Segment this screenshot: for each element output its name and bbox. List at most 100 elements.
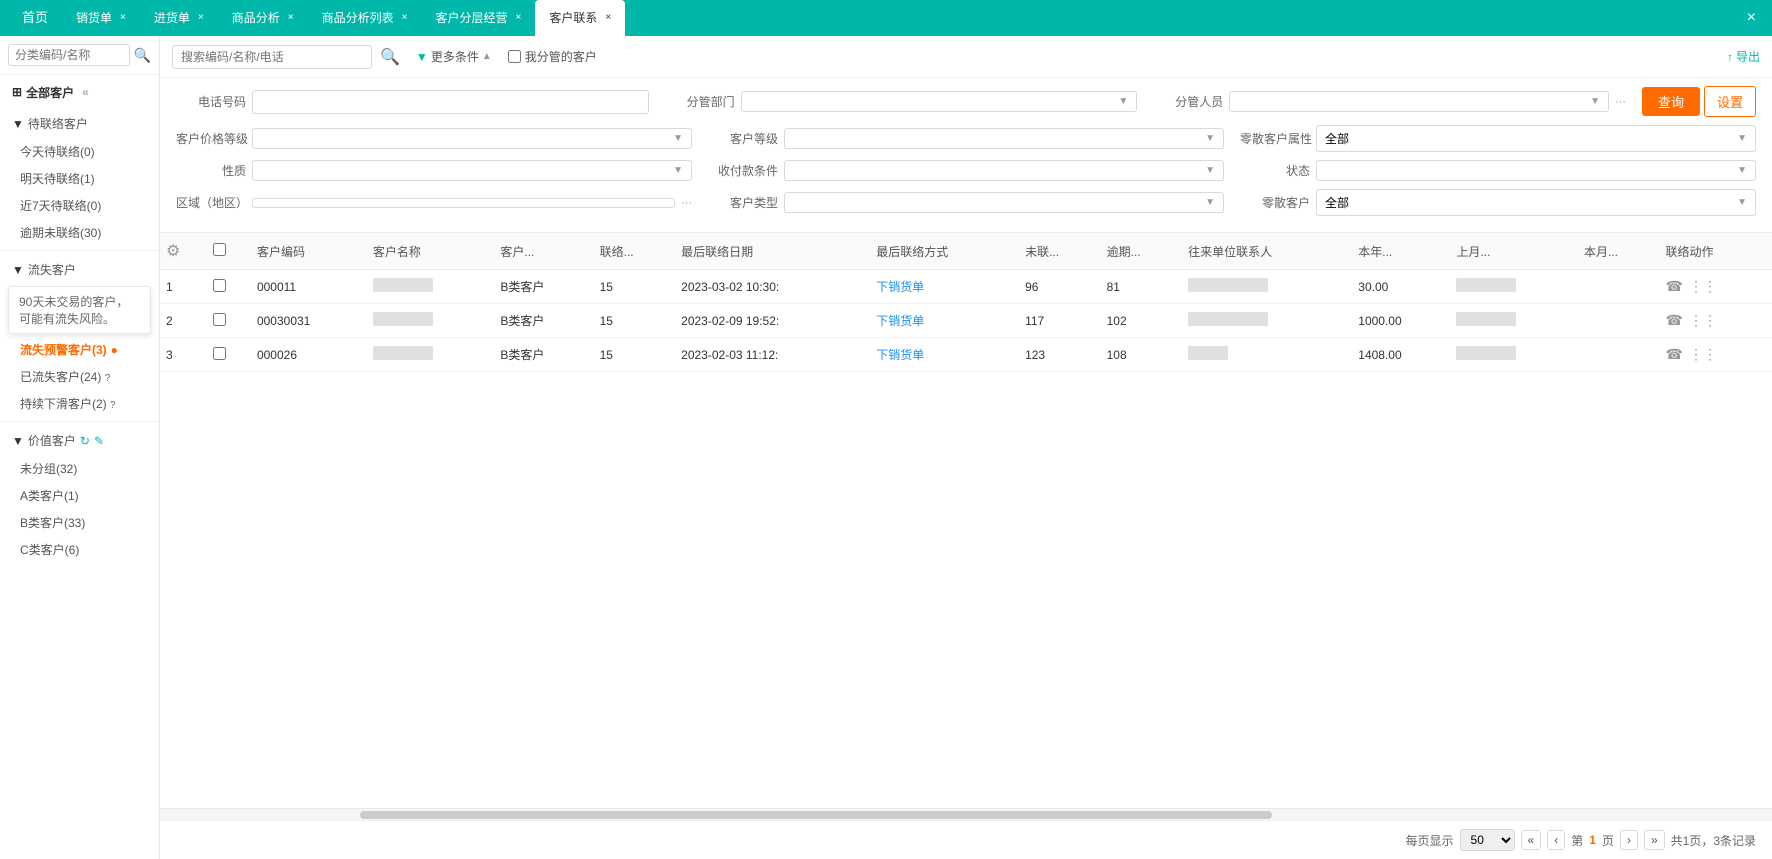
col-contact-person[interactable]: 往来单位联系人 <box>1182 233 1352 270</box>
filter-manager-select[interactable]: ▼ <box>1229 91 1609 112</box>
edit-icon[interactable]: ✎ <box>94 434 104 448</box>
settings-button[interactable]: 设置 <box>1704 86 1756 117</box>
col-last-month[interactable]: 上月... <box>1450 233 1578 270</box>
filter-dept-select[interactable]: ▼ <box>741 91 1138 112</box>
sidebar-item-already-lost[interactable]: 已流失客户(24) ? <box>0 363 159 390</box>
horizontal-scrollbar-thumb[interactable] <box>360 811 1272 819</box>
help-icon[interactable]: ? <box>105 373 111 384</box>
close-product-analysis-tab[interactable]: × <box>288 0 294 36</box>
last-page-btn[interactable]: » <box>1644 830 1665 850</box>
filter-customer-type-select[interactable]: ▼ <box>784 192 1224 213</box>
per-page-select[interactable]: 50 20 100 <box>1460 829 1515 851</box>
sidebar-item-lost-warning[interactable]: 流失预警客户(3) ● <box>0 336 159 363</box>
filter-region-select[interactable] <box>252 198 675 208</box>
nav-tab-product-analysis-list[interactable]: 商品分析列表 × <box>308 0 422 36</box>
row1-contact-icon[interactable]: ☎ <box>1666 278 1683 295</box>
window-close-button[interactable]: × <box>1739 9 1764 27</box>
close-product-analysis-list-tab[interactable]: × <box>402 0 408 36</box>
row3-more-icon[interactable]: ⋮⋮ <box>1689 346 1717 363</box>
query-button[interactable]: 查询 <box>1642 87 1700 116</box>
close-purchase-tab[interactable]: × <box>198 0 204 36</box>
sidebar-search-input[interactable] <box>8 44 130 66</box>
sidebar-item-declining[interactable]: 持续下滑客户(2) ? <box>0 390 159 417</box>
filter-row-3: 性质 ▼ 收付款条件 ▼ 状态 <box>176 160 1756 181</box>
nav-tab-home[interactable]: 首页 <box>8 0 62 36</box>
filter-nature-select[interactable]: ▼ <box>252 160 692 181</box>
filter-payment-select[interactable]: ▼ <box>784 160 1224 181</box>
row3-last-type-link[interactable]: 下销货单 <box>876 348 924 362</box>
col-no-contact[interactable]: 未联... <box>1019 233 1101 270</box>
nav-tab-customer-contact[interactable]: 客户联系 × <box>535 0 625 36</box>
filter-status-select[interactable]: ▼ <box>1316 160 1756 181</box>
sidebar-item-ungroped[interactable]: 未分组(32) <box>0 455 159 482</box>
toolbar-search-input[interactable] <box>172 45 372 69</box>
nav-tab-purchase[interactable]: 进货单 × <box>140 0 218 36</box>
filter-payment-label: 收付款条件 <box>708 162 778 179</box>
row2-checkbox[interactable] <box>207 304 251 338</box>
table-row: 2 00030031 B类客户 15 2023-02-09 19:52: 下销货… <box>160 304 1772 338</box>
filter-scattered-customer-select[interactable]: 全部 ▼ <box>1316 189 1756 216</box>
row2-contact-icon[interactable]: ☎ <box>1666 312 1683 329</box>
col-last-contact-date[interactable]: 最后联络日期 <box>675 233 870 270</box>
more-conditions-btn[interactable]: ▼ 更多条件 ▲ <box>408 44 500 69</box>
select-all-checkbox[interactable] <box>213 243 226 256</box>
row3-contact-icon[interactable]: ☎ <box>1666 346 1683 363</box>
sidebar-item-class-a[interactable]: A类客户(1) <box>0 482 159 509</box>
nav-tab-customer-layer[interactable]: 客户分层经营 × <box>421 0 535 36</box>
declining-help-icon[interactable]: ? <box>110 400 116 411</box>
nav-tab-sales[interactable]: 销货单 × <box>62 0 140 36</box>
filter-manager-more[interactable]: ··· <box>1615 96 1626 108</box>
col-overdue[interactable]: 逾期... <box>1101 233 1183 270</box>
filter-customer-grade-label: 客户等级 <box>708 130 778 147</box>
filter-customer-grade-select[interactable]: ▼ <box>784 128 1224 149</box>
sidebar-all-customers[interactable]: ⊞ 全部客户 « <box>0 75 159 109</box>
close-customer-contact-tab[interactable]: × <box>605 0 611 36</box>
filter-scattered-attr-select[interactable]: 全部 ▼ <box>1316 125 1756 152</box>
row2-last-type-link[interactable]: 下销货单 <box>876 314 924 328</box>
toolbar-search-icon[interactable]: 🔍 <box>380 47 400 67</box>
col-settings[interactable]: ⚙ <box>160 233 207 270</box>
filter-price-grade-select[interactable]: ▼ <box>252 128 692 149</box>
row3-checkbox[interactable] <box>207 338 251 372</box>
row1-contact-person <box>1182 270 1352 304</box>
prev-page-btn[interactable]: ‹ <box>1547 830 1565 850</box>
sidebar-item-class-c[interactable]: C类客户(6) <box>0 536 159 563</box>
close-customer-layer-tab[interactable]: × <box>515 0 521 36</box>
export-btn[interactable]: ↑ 导出 <box>1727 48 1760 65</box>
row1-checkbox[interactable] <box>207 270 251 304</box>
row1-last-type-link[interactable]: 下销货单 <box>876 280 924 294</box>
sidebar-item-7days-pending[interactable]: 近7天待联络(0) <box>0 192 159 219</box>
sidebar-item-today-pending[interactable]: 今天待联络(0) <box>0 138 159 165</box>
sidebar-item-overdue-pending[interactable]: 逾期未联络(30) <box>0 219 159 246</box>
row2-more-icon[interactable]: ⋮⋮ <box>1689 312 1717 329</box>
col-last-contact-type[interactable]: 最后联络方式 <box>870 233 1019 270</box>
first-page-btn[interactable]: « <box>1521 830 1542 850</box>
row1-type: B类客户 <box>494 270 593 304</box>
row3-last-month <box>1450 338 1578 372</box>
next-page-btn[interactable]: › <box>1620 830 1638 850</box>
sidebar-section-lost[interactable]: ▼ 流失客户 <box>0 255 159 284</box>
nav-tab-product-analysis[interactable]: 商品分析 × <box>218 0 308 36</box>
my-customers-checkbox[interactable] <box>508 50 521 63</box>
col-this-year[interactable]: 本年... <box>1352 233 1450 270</box>
table-settings-icon[interactable]: ⚙ <box>166 243 180 260</box>
sidebar-section-pending[interactable]: ▼ 待联络客户 <box>0 109 159 138</box>
col-contact[interactable]: 联络... <box>594 233 676 270</box>
my-customers-checkbox-label[interactable]: 我分管的客户 <box>508 48 597 65</box>
filter-region-more[interactable]: ··· <box>681 197 692 209</box>
filter-phone-input[interactable] <box>252 90 649 114</box>
col-code[interactable]: 客户编码 <box>251 233 367 270</box>
sidebar-section-value[interactable]: ▼ 价值客户 ↻ ✎ <box>0 426 159 455</box>
row1-more-icon[interactable]: ⋮⋮ <box>1689 278 1717 295</box>
refresh-icon[interactable]: ↻ <box>80 434 90 448</box>
sidebar-collapse-btn[interactable]: « <box>78 83 93 101</box>
sidebar-item-tomorrow-pending[interactable]: 明天待联络(1) <box>0 165 159 192</box>
per-page-label: 每页显示 <box>1406 832 1454 849</box>
row1-action: ☎ ⋮⋮ <box>1660 270 1772 304</box>
sidebar-search-icon[interactable]: 🔍 <box>134 47 151 64</box>
col-name[interactable]: 客户名称 <box>367 233 495 270</box>
col-type[interactable]: 客户... <box>494 233 593 270</box>
close-sales-tab[interactable]: × <box>120 0 126 36</box>
sidebar-item-class-b[interactable]: B类客户(33) <box>0 509 159 536</box>
col-this-month[interactable]: 本月... <box>1578 233 1660 270</box>
